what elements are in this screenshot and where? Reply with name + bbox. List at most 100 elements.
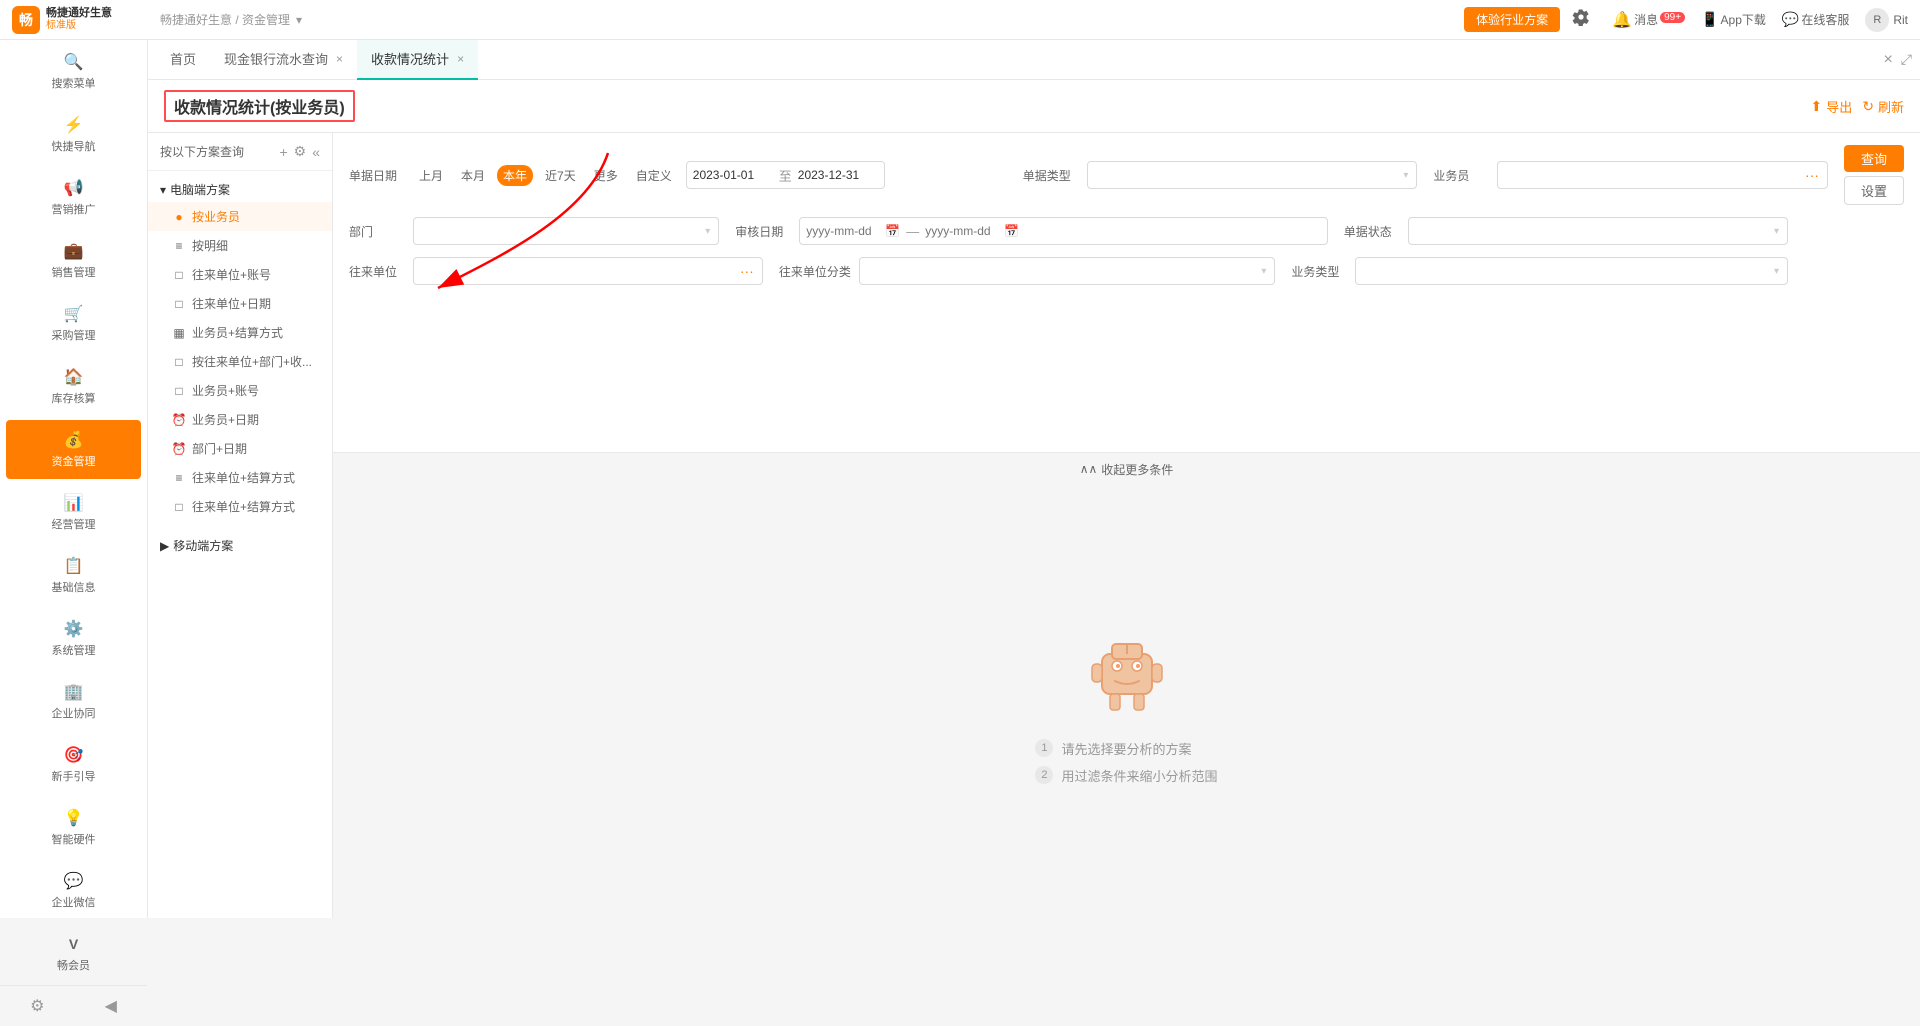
scheme-item-salesman-account[interactable]: □ 业务员+账号 [148, 376, 332, 405]
scheme-mobile-group-header[interactable]: ▶ 移动端方案 [148, 533, 332, 558]
scheme-desktop-chevron: ▾ [160, 183, 166, 197]
scheme-item-partner-settlement1[interactable]: ≡ 往来单位+结算方式 [148, 463, 332, 492]
biz-type-label: 业务类型 [1291, 263, 1347, 280]
trial-button[interactable]: 体验行业方案 [1464, 7, 1560, 32]
tab-expand-icon[interactable]: ⤢ [1901, 51, 1912, 68]
tab-collection-stat-label: 收款情况统计 [371, 49, 449, 68]
marketing-icon: 📢 [64, 178, 84, 198]
review-date-calendar-icon2[interactable]: 📅 [1004, 224, 1019, 238]
sidebar-collapse-icon[interactable]: ◀ [105, 996, 117, 1016]
top-header: 畅 畅捷通好生意 标准版 畅捷通好生意 / 资金管理 ▾ 体验行业方案 🔔 消息… [0, 0, 1920, 40]
empty-tips: 1 请先选择要分析的方案 2 用过滤条件来缩小分析范围 [1035, 739, 1217, 785]
sidebar-item-inventory[interactable]: 🏠 库存核算 [6, 357, 141, 416]
filter-item-biz-type: 业务类型 ▾ [1291, 257, 1788, 285]
tip-text-2: 用过滤条件来缩小分析范围 [1061, 766, 1217, 785]
smart-hw-icon: 💡 [64, 808, 84, 828]
sidebar-item-member[interactable]: V 畅会员 [6, 924, 141, 983]
sidebar-item-enterprise[interactable]: 🏢 企业协同 [6, 672, 141, 731]
user-area[interactable]: R Rit [1865, 8, 1908, 32]
doc-type-select[interactable]: ▾ [1087, 161, 1418, 189]
tab-collection-stat-close[interactable]: × [457, 52, 464, 66]
date-separator: 至 [779, 166, 792, 185]
scheme-by-detail-icon: ≡ [172, 239, 186, 253]
collapse-bar[interactable]: ∧∧ 收起更多条件 [333, 452, 1920, 486]
partner-category-select[interactable]: ▾ [859, 257, 1276, 285]
date-from-input[interactable] [693, 168, 773, 182]
sidebar-item-finance[interactable]: 💰 资金管理 [6, 420, 141, 479]
scheme-item-salesman-settlement[interactable]: ▦ 业务员+结算方式 [148, 318, 332, 347]
partner-more-dots[interactable]: ··· [740, 263, 754, 279]
sidebar-label-wechat: 企业微信 [52, 894, 96, 910]
sidebar-item-operations[interactable]: 📊 经营管理 [6, 483, 141, 542]
dept-select[interactable]: ▾ [413, 217, 719, 245]
date-tab-more[interactable]: 更多 [588, 165, 624, 186]
scheme-collapse-icon[interactable]: « [312, 144, 320, 160]
scheme-salesman-account-icon: □ [172, 384, 186, 398]
tab-close-all-icon[interactable]: × [1883, 51, 1892, 69]
app-download-area[interactable]: 📱 App下载 [1701, 11, 1766, 28]
review-date-calendar-icon1[interactable]: 📅 [885, 224, 900, 238]
sidebar-item-search-menu[interactable]: 🔍 搜索菜单 [6, 42, 141, 101]
sidebar-item-purchase[interactable]: 🛒 采购管理 [6, 294, 141, 353]
query-button[interactable]: 查询 [1844, 145, 1904, 172]
breadcrumb-chevron[interactable]: ▾ [296, 13, 302, 27]
salesman-select[interactable]: ··· [1497, 161, 1828, 189]
sidebar-item-quick-nav[interactable]: ⚡ 快捷导航 [6, 105, 141, 164]
scheme-item-by-detail[interactable]: ≡ 按明细 [148, 231, 332, 260]
review-date-separator: — [906, 224, 919, 239]
date-to-input[interactable] [798, 168, 878, 182]
scheme-item-partner-date[interactable]: □ 往来单位+日期 [148, 289, 332, 318]
sidebar-item-wechat[interactable]: 💬 企业微信 [6, 861, 141, 920]
salesman-more-dots[interactable]: ··· [1805, 167, 1819, 183]
partner-select[interactable]: ··· [413, 257, 763, 285]
settings-icon[interactable] [1572, 8, 1596, 32]
sidebar-settings-icon[interactable]: ⚙ [30, 996, 44, 1016]
search-menu-icon: 🔍 [64, 52, 84, 72]
sidebar-item-system[interactable]: ⚙️ 系统管理 [6, 609, 141, 668]
biz-type-select[interactable]: ▾ [1355, 257, 1788, 285]
scheme-add-icon[interactable]: + [279, 144, 287, 160]
scheme-settings-icon[interactable]: ⚙ [294, 143, 307, 160]
review-date-from-input[interactable] [806, 224, 881, 238]
sidebar-item-sales[interactable]: 💼 销售管理 [6, 231, 141, 290]
tab-bank-flow[interactable]: 现金银行流水查询 × [210, 40, 357, 80]
doc-status-select[interactable]: ▾ [1408, 217, 1788, 245]
dept-label: 部门 [349, 223, 405, 240]
scheme-dept-date-label: 部门+日期 [192, 440, 247, 457]
date-tab-this-month[interactable]: 本月 [455, 165, 491, 186]
empty-tip-1: 1 请先选择要分析的方案 [1035, 739, 1217, 758]
scheme-item-salesman-date[interactable]: ⏰ 业务员+日期 [148, 405, 332, 434]
sidebar-item-marketing[interactable]: 📢 营销推广 [6, 168, 141, 227]
sidebar-item-basic-info[interactable]: 📋 基础信息 [6, 546, 141, 605]
scheme-desktop-group-header[interactable]: ▾ 电脑端方案 [148, 177, 332, 202]
scheme-partner-date-label: 往来单位+日期 [192, 295, 271, 312]
export-button[interactable]: ⬆ 导出 [1811, 97, 1853, 116]
review-date-to-input[interactable] [925, 224, 1000, 238]
scheme-item-partner-dept[interactable]: □ 按往来单位+部门+收... [148, 347, 332, 376]
date-tab-last-7[interactable]: 近7天 [539, 165, 582, 186]
tab-collection-stat[interactable]: 收款情况统计 × [357, 40, 478, 80]
date-tab-this-year[interactable]: 本年 [497, 165, 533, 186]
scheme-item-partner-settlement2[interactable]: □ 往来单位+结算方式 [148, 492, 332, 521]
settings-button[interactable]: 设置 [1844, 176, 1904, 205]
scheme-item-partner-account[interactable]: □ 往来单位+账号 [148, 260, 332, 289]
date-tab-custom[interactable]: 自定义 [630, 165, 678, 186]
sidebar-item-guide[interactable]: 🎯 新手引导 [6, 735, 141, 794]
sidebar: 🔍 搜索菜单 ⚡ 快捷导航 📢 营销推广 💼 销售管理 🛒 采购管理 🏠 库存核… [0, 40, 148, 918]
scheme-partner-dept-icon: □ [172, 355, 186, 369]
refresh-button[interactable]: ↻ 刷新 [1862, 97, 1904, 116]
notification-area[interactable]: 🔔 消息 99+ [1612, 10, 1685, 30]
scheme-item-by-salesman[interactable]: ● 按业务员 [148, 202, 332, 231]
top-right-area: 🔔 消息 99+ 📱 App下载 💬 在线客服 R Rit [1612, 8, 1908, 32]
scheme-salesman-account-label: 业务员+账号 [192, 382, 259, 399]
tab-home[interactable]: 首页 [156, 40, 210, 80]
scheme-partner-settlement1-icon: ≡ [172, 471, 186, 485]
online-service-area[interactable]: 💬 在线客服 [1782, 11, 1849, 28]
scheme-item-dept-date[interactable]: ⏰ 部门+日期 [148, 434, 332, 463]
sidebar-label-guide: 新手引导 [52, 768, 96, 784]
filter-item-date: 单据日期 上月 本月 本年 近7天 更多 自定义 [349, 161, 1007, 189]
sidebar-item-smart-hw[interactable]: 💡 智能硬件 [6, 798, 141, 857]
scheme-by-detail-label: 按明细 [192, 237, 228, 254]
tab-bank-flow-close[interactable]: × [336, 52, 343, 66]
date-tab-last-month[interactable]: 上月 [413, 165, 449, 186]
